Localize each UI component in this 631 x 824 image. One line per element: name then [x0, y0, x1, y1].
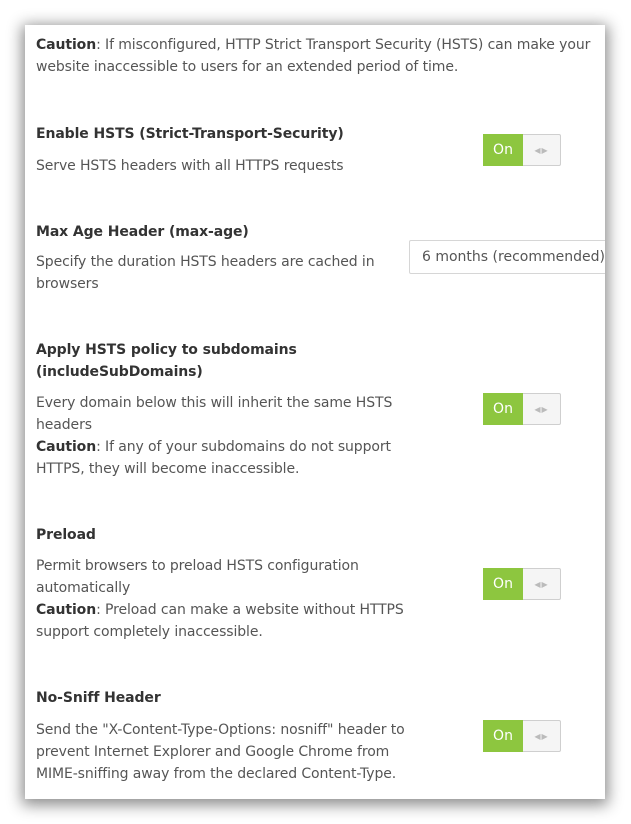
caution-label: Caution: [36, 602, 97, 618]
enable-hsts-description: Serve HSTS headers with all HTTPS reques…: [36, 158, 344, 174]
include-subdomains-description: Every domain below this will inherit the…: [36, 392, 406, 480]
preload-title: Preload: [36, 527, 96, 543]
include-subdomains-title: Apply HSTS policy to subdomains (include…: [36, 342, 297, 380]
caution-label: Caution: [36, 439, 97, 455]
toggle-on-label: On: [483, 393, 523, 425]
max-age-select[interactable]: 6 months (recommended): [409, 240, 605, 274]
enable-hsts-toggle[interactable]: On ◀▶: [483, 134, 561, 166]
drag-handle-icon: ◀▶: [534, 579, 549, 589]
preload-toggle[interactable]: On ◀▶: [483, 568, 561, 600]
drag-handle-icon: ◀▶: [534, 731, 549, 741]
toggle-on-label: On: [483, 568, 523, 600]
drag-handle-icon: ◀▶: [534, 145, 549, 155]
no-sniff-title: No-Sniff Header: [36, 690, 161, 706]
toggle-on-label: On: [483, 134, 523, 166]
max-age-title: Max Age Header (max-age): [36, 224, 249, 240]
hsts-caution-notice: Caution: If misconfigured, HTTP Strict T…: [36, 34, 601, 78]
no-sniff-toggle[interactable]: On ◀▶: [483, 720, 561, 752]
include-subdomains-toggle[interactable]: On ◀▶: [483, 393, 561, 425]
toggle-on-label: On: [483, 720, 523, 752]
include-subdomains-caution: Caution: If any of your subdomains do no…: [36, 436, 406, 480]
preload-description: Permit browsers to preload HSTS configur…: [36, 555, 411, 643]
include-subdomains-text: Every domain below this will inherit the…: [36, 395, 393, 433]
max-age-description: Specify the duration HSTS headers are ca…: [36, 254, 375, 292]
preload-caution: Caution: Preload can make a website with…: [36, 599, 411, 643]
hsts-settings-panel: Caution: If misconfigured, HTTP Strict T…: [25, 25, 605, 799]
caution-label: Caution: [36, 37, 97, 53]
preload-text: Permit browsers to preload HSTS configur…: [36, 558, 359, 596]
drag-handle-icon: ◀▶: [534, 404, 549, 414]
caution-text: : If misconfigured, HTTP Strict Transpor…: [36, 37, 591, 75]
enable-hsts-title: Enable HSTS (Strict-Transport-Security): [36, 126, 344, 142]
no-sniff-description: Send the "X-Content-Type-Options: nosnif…: [36, 722, 405, 782]
